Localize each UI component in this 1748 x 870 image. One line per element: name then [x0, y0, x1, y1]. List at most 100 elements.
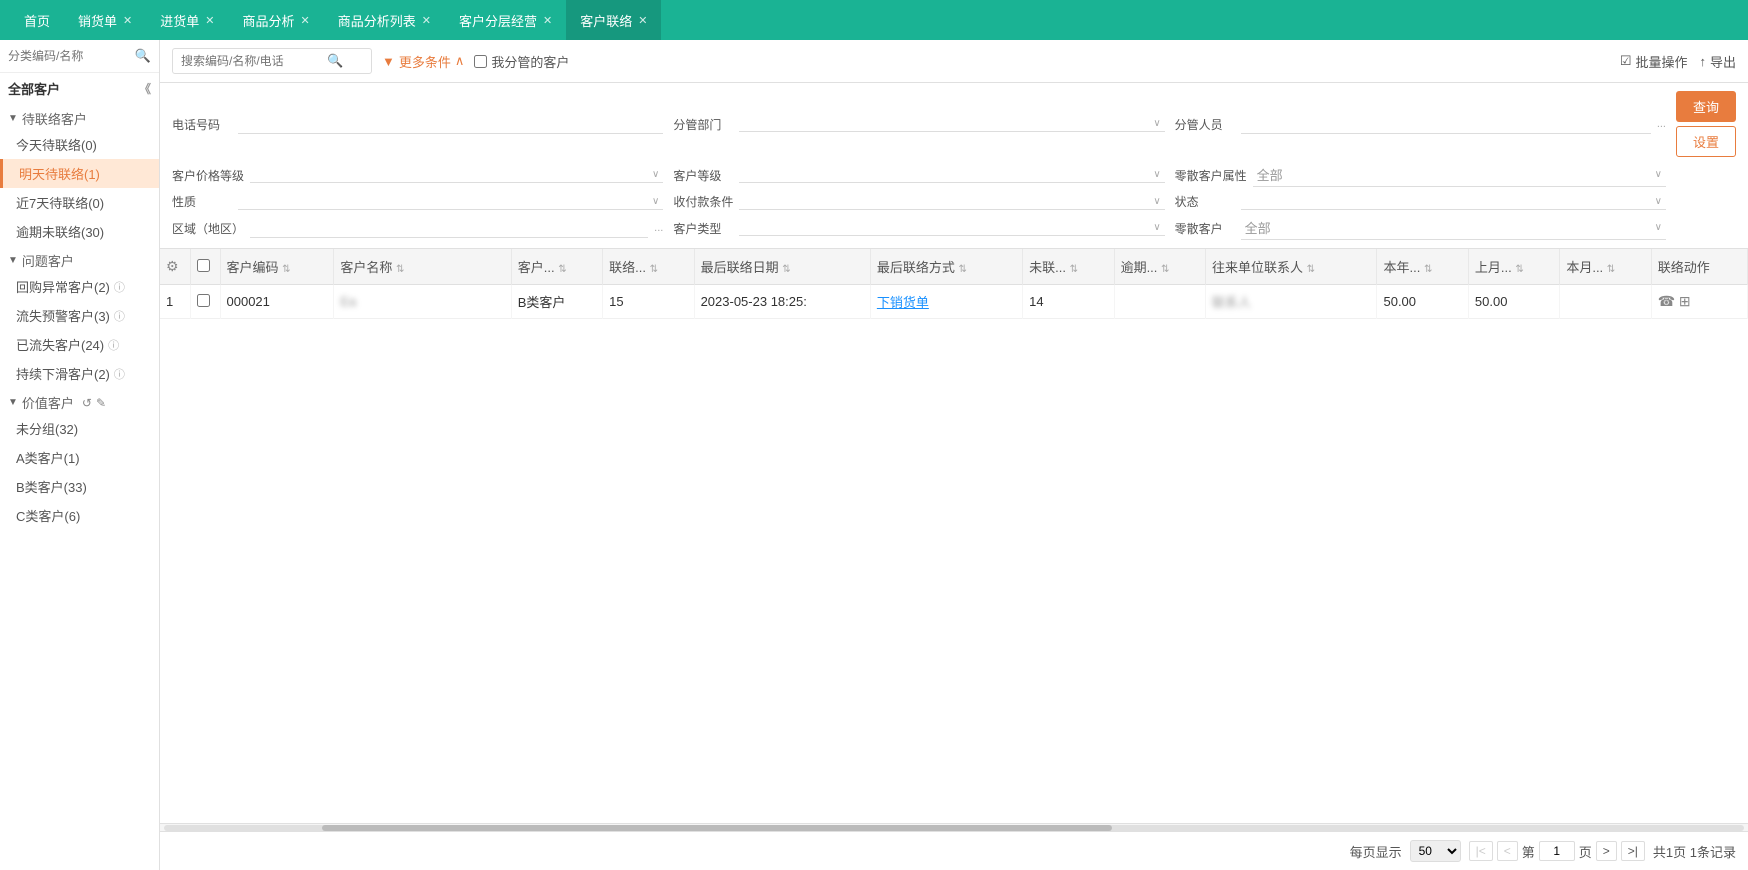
- sidebar-7days-contact[interactable]: 近7天待联络(0): [0, 188, 159, 217]
- horizontal-scrollbar[interactable]: [160, 823, 1748, 831]
- more-btn-1[interactable]: ...: [1657, 118, 1666, 130]
- sidebar-b-class[interactable]: B类客户(33): [0, 472, 159, 501]
- group-problem-customers[interactable]: ▼ 问题客户: [0, 246, 159, 272]
- nav-product-analysis-list[interactable]: 商品分析列表 ✕: [324, 0, 445, 40]
- nav-product-analysis[interactable]: 商品分析 ✕: [228, 0, 323, 40]
- refresh-icon[interactable]: ↺: [82, 396, 92, 410]
- row-last-method: 下销货单: [870, 285, 1022, 319]
- nav-customer-tiering-close[interactable]: ✕: [543, 14, 552, 27]
- sort-icon-person[interactable]: ⇅: [1307, 264, 1315, 275]
- all-customers-header[interactable]: 全部客户 《: [0, 73, 159, 104]
- row-contact-count: 15: [603, 285, 694, 319]
- sidebar-c-class[interactable]: C类客户(6): [0, 501, 159, 530]
- phone-input[interactable]: [238, 115, 663, 134]
- nav-sales-order-close[interactable]: ✕: [123, 14, 132, 27]
- nature-select[interactable]: ∨: [238, 194, 663, 210]
- payment-select[interactable]: ∨: [739, 194, 1164, 210]
- filter-row-4: 区域（地区） ... 客户类型 ∨ 零散客户 全部 ∨: [172, 216, 1736, 240]
- price-level-select[interactable]: ∨: [250, 167, 663, 183]
- nav-product-analysis-list-close[interactable]: ✕: [422, 14, 431, 27]
- nav-purchase-order[interactable]: 进货单 ✕: [146, 0, 228, 40]
- advanced-filter: 电话号码 分管部门 ∨ 分管人员 ... 查询 设置: [160, 83, 1748, 249]
- region-input[interactable]: [250, 219, 648, 238]
- my-customers-checkbox[interactable]: [474, 55, 487, 68]
- nav-customer-contact-close[interactable]: ✕: [638, 14, 647, 27]
- sort-icon-no-contact[interactable]: ⇅: [1070, 264, 1078, 275]
- nav-home[interactable]: 首页: [10, 0, 64, 40]
- th-last-month: 上月... ⇅: [1468, 249, 1559, 285]
- my-customers-toggle[interactable]: 我分管的客户: [474, 52, 569, 71]
- sidebar-ungrouped[interactable]: 未分组(32): [0, 414, 159, 443]
- sidebar-search-input[interactable]: [8, 49, 131, 63]
- sort-icon-method[interactable]: ⇅: [959, 264, 967, 275]
- row-checkbox[interactable]: [190, 285, 220, 319]
- more-btn-2[interactable]: ...: [654, 222, 663, 234]
- group-value-customers[interactable]: ▼ 价值客户 ↺ ✎: [0, 388, 159, 414]
- last-page-btn[interactable]: >|: [1621, 841, 1645, 861]
- sort-icon-name[interactable]: ⇅: [396, 264, 404, 275]
- first-page-btn[interactable]: |<: [1469, 841, 1493, 861]
- filter-row-3: 性质 ∨ 收付款条件 ∨ 状态 ∨: [172, 193, 1736, 210]
- sidebar-churn-warning[interactable]: 流失预警客户(3) ⓘ: [0, 301, 159, 330]
- total-records: 共1页 1条记录: [1653, 842, 1736, 861]
- set-button[interactable]: 设置: [1676, 126, 1736, 157]
- th-contact-person: 往来单位联系人 ⇅: [1205, 249, 1377, 285]
- status-select[interactable]: ∨: [1241, 194, 1666, 210]
- sidebar-churned[interactable]: 已流失客户(24) ⓘ: [0, 330, 159, 359]
- nav-customer-tiering[interactable]: 客户分层经营 ✕: [445, 0, 566, 40]
- retail-attr-select[interactable]: 全部 ∨: [1253, 163, 1666, 187]
- sort-icon-type[interactable]: ⇅: [558, 264, 566, 275]
- customer-level-select[interactable]: ∨: [739, 167, 1164, 183]
- dept-select[interactable]: ∨: [739, 116, 1164, 132]
- th-this-month: 本月... ⇅: [1560, 249, 1651, 285]
- select-all-checkbox[interactable]: [197, 259, 210, 272]
- sidebar-repurchase-abnormal[interactable]: 回购异常客户(2) ⓘ: [0, 272, 159, 301]
- batch-op-btn[interactable]: ☑ 批量操作: [1620, 52, 1688, 71]
- search-input[interactable]: [181, 54, 321, 68]
- nav-sales-order[interactable]: 销货单 ✕: [64, 0, 146, 40]
- row-select-checkbox[interactable]: [197, 294, 210, 307]
- contact-action-icon[interactable]: ☎: [1658, 293, 1675, 309]
- sort-icon-tmonth[interactable]: ⇅: [1607, 264, 1615, 275]
- retail-customer-select[interactable]: 全部 ∨: [1241, 216, 1666, 240]
- export-icon: ↑: [1699, 54, 1706, 69]
- pagination: |< < 第 页 > >|: [1469, 841, 1645, 861]
- group-pending-contact[interactable]: ▼ 待联络客户: [0, 104, 159, 130]
- sort-icon-year[interactable]: ⇅: [1424, 264, 1432, 275]
- sidebar-tomorrow-contact[interactable]: 明天待联络(1): [0, 159, 159, 188]
- sort-icon-code[interactable]: ⇅: [282, 264, 290, 275]
- page-input[interactable]: [1539, 841, 1575, 861]
- sidebar-a-class[interactable]: A类客户(1): [0, 443, 159, 472]
- sort-icon-overdue[interactable]: ⇅: [1161, 264, 1169, 275]
- sidebar-today-contact[interactable]: 今天待联络(0): [0, 130, 159, 159]
- content-area: 🔍 ▼ 更多条件 ∧ 我分管的客户 ☑ 批量操作 ↑ 导出: [160, 40, 1748, 870]
- sidebar-search-icon[interactable]: 🔍: [135, 48, 151, 64]
- edit-icon[interactable]: ✎: [96, 396, 106, 410]
- nav-product-analysis-close[interactable]: ✕: [301, 14, 310, 27]
- row-last-date: 2023-05-23 18:25:: [694, 285, 870, 319]
- triangle-icon-2: ▼: [8, 255, 18, 266]
- sidebar-declining[interactable]: 持续下滑客户(2) ⓘ: [0, 359, 159, 388]
- manager-input[interactable]: [1241, 115, 1651, 134]
- customer-type-select[interactable]: ∨: [739, 220, 1164, 236]
- filter-retail-attr: 零散客户属性 全部 ∨: [1175, 163, 1666, 187]
- export-btn[interactable]: ↑ 导出: [1699, 52, 1736, 71]
- sort-icon-lmonth[interactable]: ⇅: [1515, 264, 1523, 275]
- sidebar-overdue-contact[interactable]: 逾期未联络(30): [0, 217, 159, 246]
- search-icon[interactable]: 🔍: [327, 53, 343, 69]
- page-size-select[interactable]: 50 100 200: [1410, 840, 1461, 862]
- gear-icon[interactable]: ⚙: [166, 258, 179, 274]
- filter-bar: 🔍 ▼ 更多条件 ∧ 我分管的客户 ☑ 批量操作 ↑ 导出: [160, 40, 1748, 83]
- th-last-method: 最后联络方式 ⇅: [870, 249, 1022, 285]
- next-page-btn[interactable]: >: [1596, 841, 1617, 861]
- query-button[interactable]: 查询: [1676, 91, 1736, 122]
- sort-icon-contact[interactable]: ⇅: [650, 264, 658, 275]
- more-conditions-btn[interactable]: ▼ 更多条件 ∧: [382, 52, 464, 71]
- more-action-icon[interactable]: ⊞: [1679, 293, 1691, 309]
- scrollbar-thumb[interactable]: [322, 825, 1112, 831]
- info-icon-3: ⓘ: [108, 337, 119, 353]
- prev-page-btn[interactable]: <: [1497, 841, 1518, 861]
- nav-purchase-order-close[interactable]: ✕: [205, 14, 214, 27]
- sort-icon-date[interactable]: ⇅: [782, 264, 790, 275]
- nav-customer-contact[interactable]: 客户联络 ✕: [566, 0, 661, 40]
